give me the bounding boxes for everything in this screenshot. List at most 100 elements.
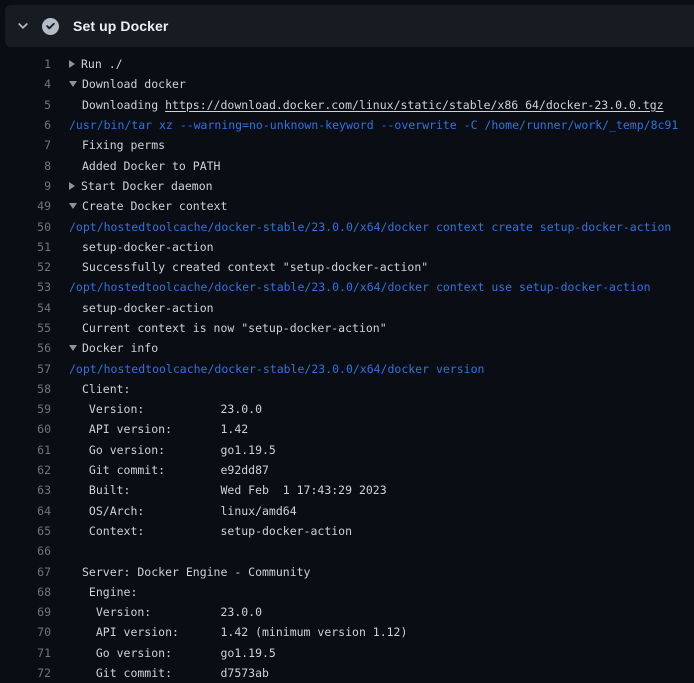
line-text: Version: 23.0.0 (82, 402, 262, 416)
line-text: Context: setup-docker-action (82, 524, 352, 538)
line-text: Added Docker to PATH (82, 159, 220, 173)
chevron-down-icon (17, 20, 29, 32)
triangle-right-icon (69, 182, 75, 190)
line-number[interactable]: 51 (0, 240, 51, 254)
log-line: 72 Git commit: d7573ab (0, 663, 694, 683)
line-number[interactable]: 60 (0, 422, 51, 436)
group-row[interactable]: 9 Start Docker daemon (0, 176, 694, 196)
line-number[interactable]: 64 (0, 504, 51, 518)
line-content: /usr/bin/tar xz --warning=no-unknown-key… (69, 118, 678, 132)
line-number[interactable]: 67 (0, 565, 51, 579)
step-title: Set up Docker (73, 18, 168, 34)
log-link[interactable]: https://download.docker.com/linux/static… (165, 98, 664, 112)
line-content: API version: 1.42 (minimum version 1.12) (82, 625, 407, 639)
line-content: Go version: go1.19.5 (82, 646, 276, 660)
line-number[interactable]: 66 (0, 544, 51, 558)
check-circle-icon (42, 18, 59, 35)
line-number[interactable]: 7 (0, 138, 51, 152)
line-text: Run ./ (81, 57, 123, 71)
line-number[interactable]: 58 (0, 382, 51, 396)
triangle-right-icon (69, 60, 75, 68)
line-content: Git commit: d7573ab (82, 666, 269, 680)
line-number[interactable]: 49 (0, 199, 51, 213)
line-number[interactable]: 63 (0, 483, 51, 497)
line-number[interactable]: 4 (0, 77, 51, 91)
line-text: setup-docker-action (82, 240, 214, 254)
line-content: Start Docker daemon (69, 179, 213, 193)
log-line: 51 setup-docker-action (0, 237, 694, 257)
line-text: Client: (82, 382, 130, 396)
line-text: Git commit: d7573ab (82, 666, 269, 680)
line-number[interactable]: 56 (0, 341, 51, 355)
triangle-down-icon (69, 345, 77, 351)
line-text: Create Docker context (82, 199, 227, 213)
line-text: Built: Wed Feb 1 17:43:29 2023 (82, 483, 387, 497)
line-text: API version: 1.42 (minimum version 1.12) (82, 625, 407, 639)
line-text: /opt/hostedtoolcache/docker-stable/23.0.… (69, 220, 671, 234)
log-line: 6/usr/bin/tar xz --warning=no-unknown-ke… (0, 115, 694, 135)
log-line: 52 Successfully created context "setup-do… (0, 257, 694, 277)
line-number[interactable]: 52 (0, 260, 51, 274)
line-content: setup-docker-action (82, 301, 214, 315)
line-content: setup-docker-action (82, 240, 214, 254)
line-number[interactable]: 9 (0, 179, 51, 193)
log-line: 71 Go version: go1.19.5 (0, 643, 694, 663)
log-viewer: 1 Run ./ 4Download docker 5 Downloading http… (0, 47, 694, 683)
line-number[interactable]: 61 (0, 443, 51, 457)
log-line: 65 Context: setup-docker-action (0, 521, 694, 541)
line-content: Docker info (69, 341, 158, 355)
line-number[interactable]: 65 (0, 524, 51, 538)
log-line: 62 Git commit: e92dd87 (0, 460, 694, 480)
log-line: 54 setup-docker-action (0, 298, 694, 318)
line-number[interactable]: 57 (0, 362, 51, 376)
line-text: Docker info (82, 341, 158, 355)
log-line: 50/opt/hostedtoolcache/docker-stable/23.… (0, 216, 694, 236)
line-text: Version: 23.0.0 (82, 605, 262, 619)
line-content: Built: Wed Feb 1 17:43:29 2023 (82, 483, 387, 497)
line-number[interactable]: 6 (0, 118, 51, 132)
line-content: OS/Arch: linux/amd64 (82, 504, 297, 518)
line-content: /opt/hostedtoolcache/docker-stable/23.0.… (69, 220, 671, 234)
group-row[interactable]: 1 Run ./ (0, 54, 694, 74)
line-text: setup-docker-action (82, 301, 214, 315)
line-content: Go version: go1.19.5 (82, 443, 276, 457)
line-number[interactable]: 50 (0, 220, 51, 234)
log-line: 5 Downloading https://download.docker.com… (0, 95, 694, 115)
triangle-down-icon (69, 81, 77, 87)
line-content: Client: (82, 382, 130, 396)
line-text: Successfully created context "setup-dock… (82, 260, 428, 274)
line-number[interactable]: 71 (0, 646, 51, 660)
line-number[interactable]: 70 (0, 625, 51, 639)
line-number[interactable]: 54 (0, 301, 51, 315)
line-number[interactable]: 59 (0, 402, 51, 416)
line-number[interactable]: 62 (0, 463, 51, 477)
line-number[interactable]: 5 (0, 98, 51, 112)
log-line: 61 Go version: go1.19.5 (0, 440, 694, 460)
line-number[interactable]: 55 (0, 321, 51, 335)
line-number[interactable]: 1 (0, 57, 51, 71)
line-text: Downloading (82, 98, 165, 112)
group-row[interactable]: 49 Create Docker context (0, 196, 694, 216)
line-content: Version: 23.0.0 (82, 605, 262, 619)
line-text: Start Docker daemon (81, 179, 213, 193)
line-content: API version: 1.42 (82, 422, 248, 436)
line-text: Go version: go1.19.5 (82, 443, 276, 457)
log-line: 59 Version: 23.0.0 (0, 399, 694, 419)
step-header[interactable]: Set up Docker (5, 5, 694, 47)
line-number[interactable]: 69 (0, 605, 51, 619)
log-line: 69 Version: 23.0.0 (0, 602, 694, 622)
line-content: Added Docker to PATH (82, 159, 220, 173)
line-number[interactable]: 72 (0, 666, 51, 680)
group-row[interactable]: 4Download docker (0, 74, 694, 94)
line-text: Go version: go1.19.5 (82, 646, 276, 660)
log-line: 55 Current context is now "setup-docker-a… (0, 318, 694, 338)
line-text: Current context is now "setup-docker-act… (82, 321, 387, 335)
triangle-down-icon (69, 203, 77, 209)
line-number[interactable]: 68 (0, 585, 51, 599)
line-number[interactable]: 53 (0, 280, 51, 294)
line-content: /opt/hostedtoolcache/docker-stable/23.0.… (69, 280, 651, 294)
line-number[interactable]: 8 (0, 159, 51, 173)
line-text: Fixing perms (82, 138, 165, 152)
line-text: Server: Docker Engine - Community (82, 565, 310, 579)
group-row[interactable]: 56 Docker info (0, 338, 694, 358)
